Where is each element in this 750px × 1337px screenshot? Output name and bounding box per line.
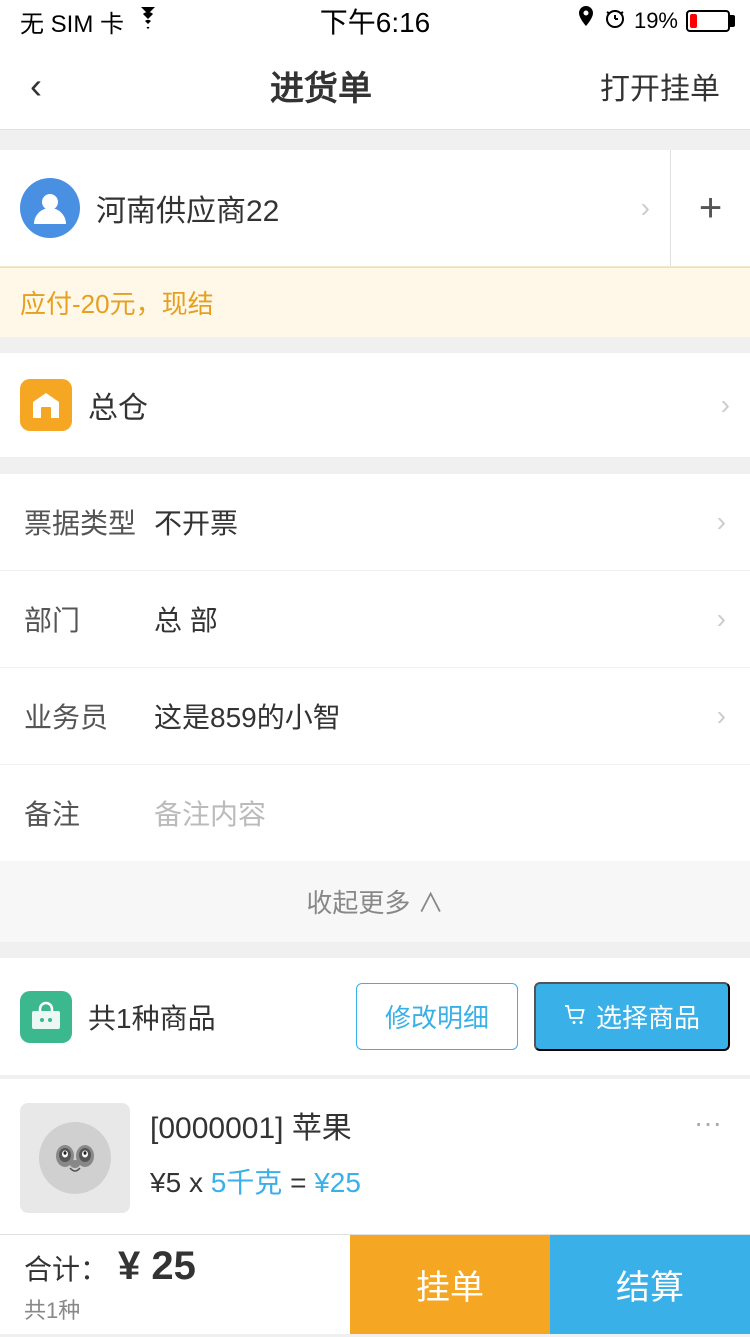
edit-detail-button[interactable]: 修改明细 [356, 983, 518, 1050]
notes-value[interactable]: 备注内容 [154, 793, 726, 833]
location-icon [576, 6, 596, 36]
total-amount: ¥ 25 [118, 1244, 196, 1289]
equals-sign: = [290, 1167, 306, 1198]
salesperson-label: 业务员 [24, 696, 144, 736]
invoice-type-value: 不开票 [154, 502, 717, 542]
status-bar-time: 下午6:16 [320, 1, 431, 41]
product-thumbnail [20, 1103, 130, 1213]
add-supplier-button[interactable]: + [670, 150, 750, 266]
product-quantity[interactable]: 5千克 [211, 1167, 283, 1198]
product-name: [0000001] 苹果 [150, 1103, 686, 1147]
salesperson-row[interactable]: 业务员 这是859的小智 › [0, 668, 750, 765]
product-info: [0000001] 苹果 ¥5 x 5千克 = ¥25 [150, 1103, 686, 1201]
salesperson-value: 这是859的小智 [154, 696, 717, 736]
checkout-button[interactable]: 结算 [550, 1235, 750, 1334]
wifi-icon [134, 7, 162, 36]
product-header: 共1种商品 修改明细 选择商品 [0, 958, 750, 1075]
warehouse-row[interactable]: 总仓 › [0, 353, 750, 458]
bottom-bar: 合计： ¥ 25 共1种 挂单 结算 [0, 1234, 750, 1334]
supplier-notice: 应付-20元，现结 [0, 267, 750, 337]
total-sub-label: 共1种 [24, 1293, 326, 1325]
supplier-section: 河南供应商22 › + 应付-20元，现结 [0, 150, 750, 337]
product-price-row: ¥5 x 5千克 = ¥25 [150, 1161, 686, 1201]
product-code: [0000001] [150, 1112, 283, 1145]
invoice-type-chevron-icon: › [717, 506, 726, 538]
warehouse-chevron-icon: › [721, 389, 730, 421]
department-row[interactable]: 部门 总 部 › [0, 571, 750, 668]
select-product-button[interactable]: 选择商品 [534, 982, 730, 1051]
product-more-button[interactable]: ··· [686, 1103, 730, 1143]
total-section: 合计： ¥ 25 共1种 [0, 1235, 350, 1334]
battery-icon [686, 10, 730, 32]
product-card: [0000001] 苹果 ¥5 x 5千克 = ¥25 ··· [0, 1079, 750, 1237]
select-product-label: 选择商品 [596, 998, 700, 1035]
product-count-icon [20, 991, 72, 1043]
warehouse-label: 总仓 [88, 383, 711, 427]
battery-percent: 19% [634, 8, 678, 34]
invoice-type-row[interactable]: 票据类型 不开票 › [0, 474, 750, 571]
invoice-type-label: 票据类型 [24, 502, 144, 542]
carrier-label: 无 SIM 卡 [20, 4, 124, 39]
department-value: 总 部 [154, 599, 717, 639]
department-label: 部门 [24, 599, 144, 639]
warehouse-icon [20, 379, 72, 431]
notes-row[interactable]: 备注 备注内容 [0, 765, 750, 861]
open-pending-button[interactable]: 打开挂单 [600, 64, 720, 108]
supplier-name: 河南供应商22 [96, 186, 631, 230]
product-unit-price: ¥5 [150, 1167, 181, 1198]
supplier-selector[interactable]: 河南供应商22 › [0, 150, 670, 266]
product-total: ¥25 [314, 1167, 361, 1198]
status-bar-left: 无 SIM 卡 [20, 4, 162, 39]
total-label: 合计： [24, 1248, 108, 1288]
back-button[interactable]: ‹ [30, 65, 42, 107]
page-title: 进货单 [270, 61, 372, 110]
nav-bar: ‹ 进货单 打开挂单 [0, 42, 750, 130]
suspend-button[interactable]: 挂单 [350, 1235, 550, 1334]
product-title: 苹果 [292, 1112, 352, 1145]
salesperson-chevron-icon: › [717, 700, 726, 732]
department-chevron-icon: › [717, 603, 726, 635]
supplier-chevron-icon: › [641, 192, 650, 224]
supplier-avatar [20, 178, 80, 238]
alarm-icon [604, 7, 626, 35]
collapse-button[interactable]: 收起更多 ∧ [0, 861, 750, 942]
notes-label: 备注 [24, 793, 144, 833]
status-bar: 无 SIM 卡 下午6:16 19% [0, 0, 750, 42]
multiply-icon: x [189, 1167, 211, 1198]
product-count-label: 共1种商品 [88, 997, 340, 1037]
cart-icon [564, 1001, 588, 1032]
form-section: 票据类型 不开票 › 部门 总 部 › 业务员 这是859的小智 › 备注 备注… [0, 474, 750, 861]
status-bar-right: 19% [576, 6, 730, 36]
